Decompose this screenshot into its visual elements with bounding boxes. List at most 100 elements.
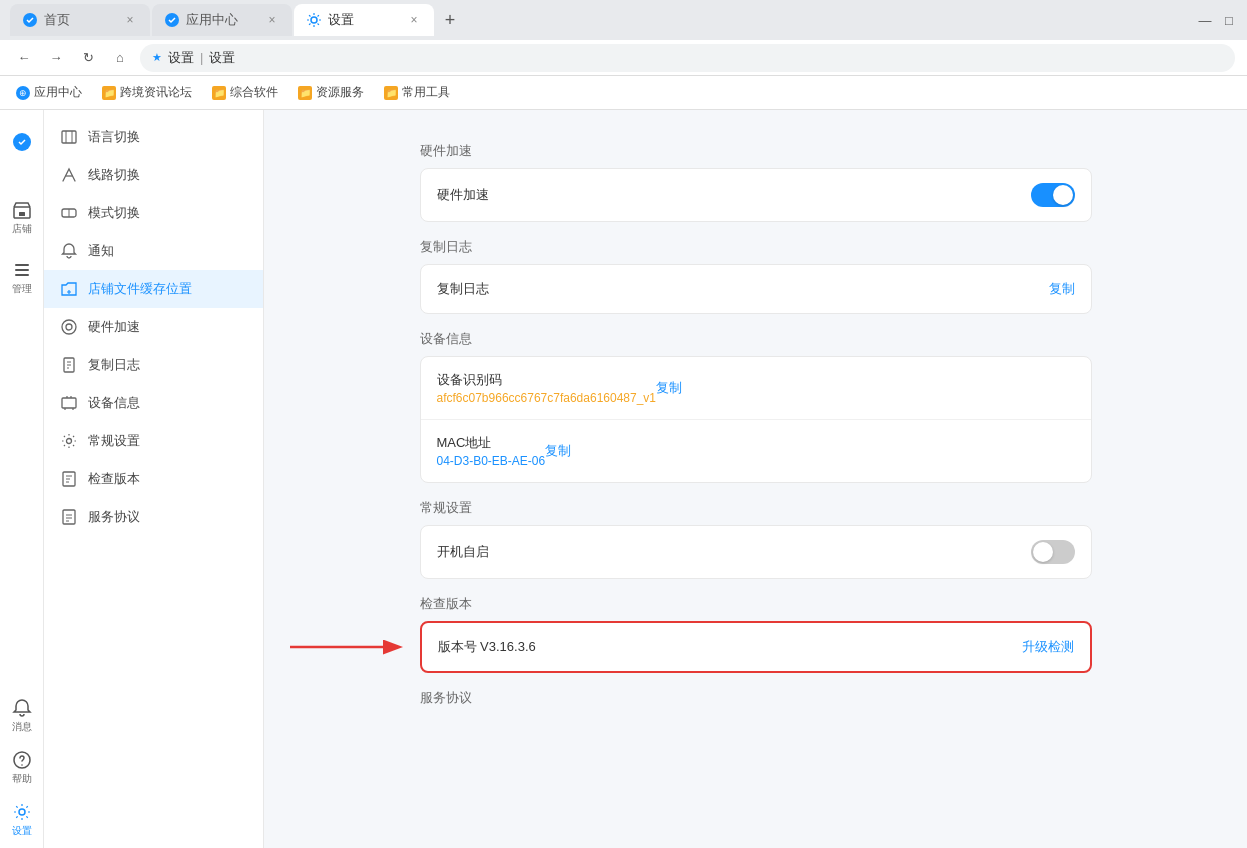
breadcrumb-2: 设置 bbox=[209, 49, 235, 67]
hwaccel-toggle[interactable] bbox=[1031, 183, 1075, 207]
nav-serviceagreement-label: 服务协议 bbox=[88, 508, 140, 526]
general-card: 开机自启 bbox=[420, 525, 1092, 579]
copylog-action[interactable]: 复制 bbox=[1049, 280, 1075, 298]
sidebar-icon-settings[interactable]: 设置 bbox=[4, 796, 40, 844]
nav-checkversion[interactable]: 检查版本 bbox=[44, 460, 263, 498]
nav-serviceagreement[interactable]: 服务协议 bbox=[44, 498, 263, 536]
upgrade-check-action[interactable]: 升级检测 bbox=[1022, 638, 1074, 656]
svg-rect-20 bbox=[63, 510, 75, 524]
sidebar-icon-help[interactable]: 帮助 bbox=[4, 744, 40, 792]
copylog-card: 复制日志 复制 bbox=[420, 264, 1092, 314]
hwaccel-section-title: 硬件加速 bbox=[420, 142, 1092, 160]
sidebar-store-label: 店铺 bbox=[12, 222, 32, 236]
svg-point-11 bbox=[19, 809, 25, 815]
sidebar-notification-label: 消息 bbox=[12, 720, 32, 734]
tab-settings-label: 设置 bbox=[328, 11, 354, 29]
new-tab-button[interactable]: + bbox=[436, 6, 464, 34]
minimize-button[interactable]: — bbox=[1197, 12, 1213, 28]
breadcrumb-sep: | bbox=[200, 50, 203, 65]
autostart-toggle-knob bbox=[1033, 542, 1053, 562]
nav-checkversion-icon bbox=[60, 470, 78, 488]
tab-home-icon bbox=[22, 12, 38, 28]
mac-copy[interactable]: 复制 bbox=[545, 442, 571, 460]
forward-button[interactable]: → bbox=[44, 46, 68, 70]
bookmark-crossborder-label: 跨境资讯论坛 bbox=[120, 84, 192, 101]
copylog-row: 复制日志 复制 bbox=[421, 265, 1091, 313]
deviceinfo-section-title: 设备信息 bbox=[420, 330, 1092, 348]
bookmark-appcenter[interactable]: ⊕ 应用中心 bbox=[8, 80, 90, 105]
bookmark-crossborder[interactable]: 📁 跨境资讯论坛 bbox=[94, 80, 200, 105]
autostart-toggle[interactable] bbox=[1031, 540, 1075, 564]
deviceinfo-card: 设备识别码 afcf6c07b966cc6767c7fa6da6160487_v… bbox=[420, 356, 1092, 483]
nav-notify[interactable]: 通知 bbox=[44, 232, 263, 270]
mac-row: MAC地址 04-D3-B0-EB-AE-06 复制 bbox=[421, 419, 1091, 482]
bookmark-resources-icon: 📁 bbox=[298, 86, 312, 100]
browser-chrome: 首页 × 应用中心 × 设置 × + — □ bbox=[0, 0, 1247, 40]
svg-rect-5 bbox=[19, 212, 25, 216]
tab-appcenter-label: 应用中心 bbox=[186, 11, 238, 29]
nav-copylog[interactable]: 复制日志 bbox=[44, 346, 263, 384]
nav-general-label: 常规设置 bbox=[88, 432, 140, 450]
hwaccel-label: 硬件加速 bbox=[437, 186, 1031, 204]
tab-home[interactable]: 首页 × bbox=[10, 4, 150, 36]
bookmark-appcenter-icon: ⊕ bbox=[16, 86, 30, 100]
bookmark-resources[interactable]: 📁 资源服务 bbox=[290, 80, 372, 105]
checkversion-card: 版本号 V3.16.3.6 升级检测 bbox=[420, 621, 1092, 673]
nav-notify-icon bbox=[60, 242, 78, 260]
tab-settings-icon bbox=[306, 12, 322, 28]
nav-hwaccel[interactable]: 硬件加速 bbox=[44, 308, 263, 346]
svg-rect-17 bbox=[62, 398, 76, 408]
tab-settings[interactable]: 设置 × bbox=[294, 4, 434, 36]
hwaccel-toggle-knob bbox=[1053, 185, 1073, 205]
address-input[interactable]: ★ 设置 | 设置 bbox=[140, 44, 1235, 72]
sidebar-icon-notification[interactable]: 消息 bbox=[4, 692, 40, 740]
bookmark-appcenter-label: 应用中心 bbox=[34, 84, 82, 101]
nav-notify-label: 通知 bbox=[88, 242, 114, 260]
home-button[interactable]: ⌂ bbox=[108, 46, 132, 70]
bookmark-tools[interactable]: 📁 常用工具 bbox=[376, 80, 458, 105]
sidebar-icon-app[interactable] bbox=[4, 118, 40, 166]
maximize-button[interactable]: □ bbox=[1221, 12, 1237, 28]
bookmark-resources-label: 资源服务 bbox=[316, 84, 364, 101]
nav-general[interactable]: 常规设置 bbox=[44, 422, 263, 460]
tab-appcenter[interactable]: 应用中心 × bbox=[152, 4, 292, 36]
nav-route[interactable]: 线路切换 bbox=[44, 156, 263, 194]
tab-appcenter-close[interactable]: × bbox=[264, 12, 280, 28]
deviceid-label: 设备识别码 bbox=[437, 371, 657, 389]
nav-deviceinfo-label: 设备信息 bbox=[88, 394, 140, 412]
deviceid-row: 设备识别码 afcf6c07b966cc6767c7fa6da6160487_v… bbox=[421, 357, 1091, 419]
sidebar-manage-label: 管理 bbox=[12, 282, 32, 296]
bookmark-software[interactable]: 📁 综合软件 bbox=[204, 80, 286, 105]
nav-hwaccel-label: 硬件加速 bbox=[88, 318, 140, 336]
breadcrumb-1: 设置 bbox=[168, 49, 194, 67]
nav-copylog-icon bbox=[60, 356, 78, 374]
checkversion-row: 版本号 V3.16.3.6 升级检测 bbox=[422, 623, 1090, 671]
deviceid-copy[interactable]: 复制 bbox=[656, 379, 682, 397]
bookmarks-bar: ⊕ 应用中心 📁 跨境资讯论坛 📁 综合软件 📁 资源服务 📁 常用工具 bbox=[0, 76, 1247, 110]
bookmark-software-icon: 📁 bbox=[212, 86, 226, 100]
svg-rect-7 bbox=[15, 269, 29, 271]
sidebar-icon-manage[interactable]: 管理 bbox=[4, 254, 40, 302]
red-arrow-annotation bbox=[280, 627, 410, 667]
nav-sidebar: 语言切换 线路切换 模式切换 bbox=[44, 110, 264, 848]
sidebar-icon-store[interactable]: 店铺 bbox=[4, 194, 40, 242]
tab-settings-close[interactable]: × bbox=[406, 12, 422, 28]
nav-deviceinfo[interactable]: 设备信息 bbox=[44, 384, 263, 422]
svg-rect-8 bbox=[15, 274, 29, 276]
nav-filecache[interactable]: 店铺文件缓存位置 bbox=[44, 270, 263, 308]
mac-label: MAC地址 bbox=[437, 434, 546, 452]
tab-home-close[interactable]: × bbox=[122, 12, 138, 28]
tab-home-label: 首页 bbox=[44, 11, 70, 29]
window-controls: — □ bbox=[1197, 12, 1237, 28]
refresh-button[interactable]: ↻ bbox=[76, 46, 100, 70]
bookmark-tools-icon: 📁 bbox=[384, 86, 398, 100]
nav-mode[interactable]: 模式切换 bbox=[44, 194, 263, 232]
nav-copylog-label: 复制日志 bbox=[88, 356, 140, 374]
svg-point-18 bbox=[67, 439, 72, 444]
nav-language[interactable]: 语言切换 bbox=[44, 118, 263, 156]
hwaccel-row: 硬件加速 bbox=[421, 169, 1091, 221]
deviceid-value: afcf6c07b966cc6767c7fa6da6160487_v1 bbox=[437, 391, 657, 405]
nav-serviceagreement-icon bbox=[60, 508, 78, 526]
back-button[interactable]: ← bbox=[12, 46, 36, 70]
nav-mode-label: 模式切换 bbox=[88, 204, 140, 222]
